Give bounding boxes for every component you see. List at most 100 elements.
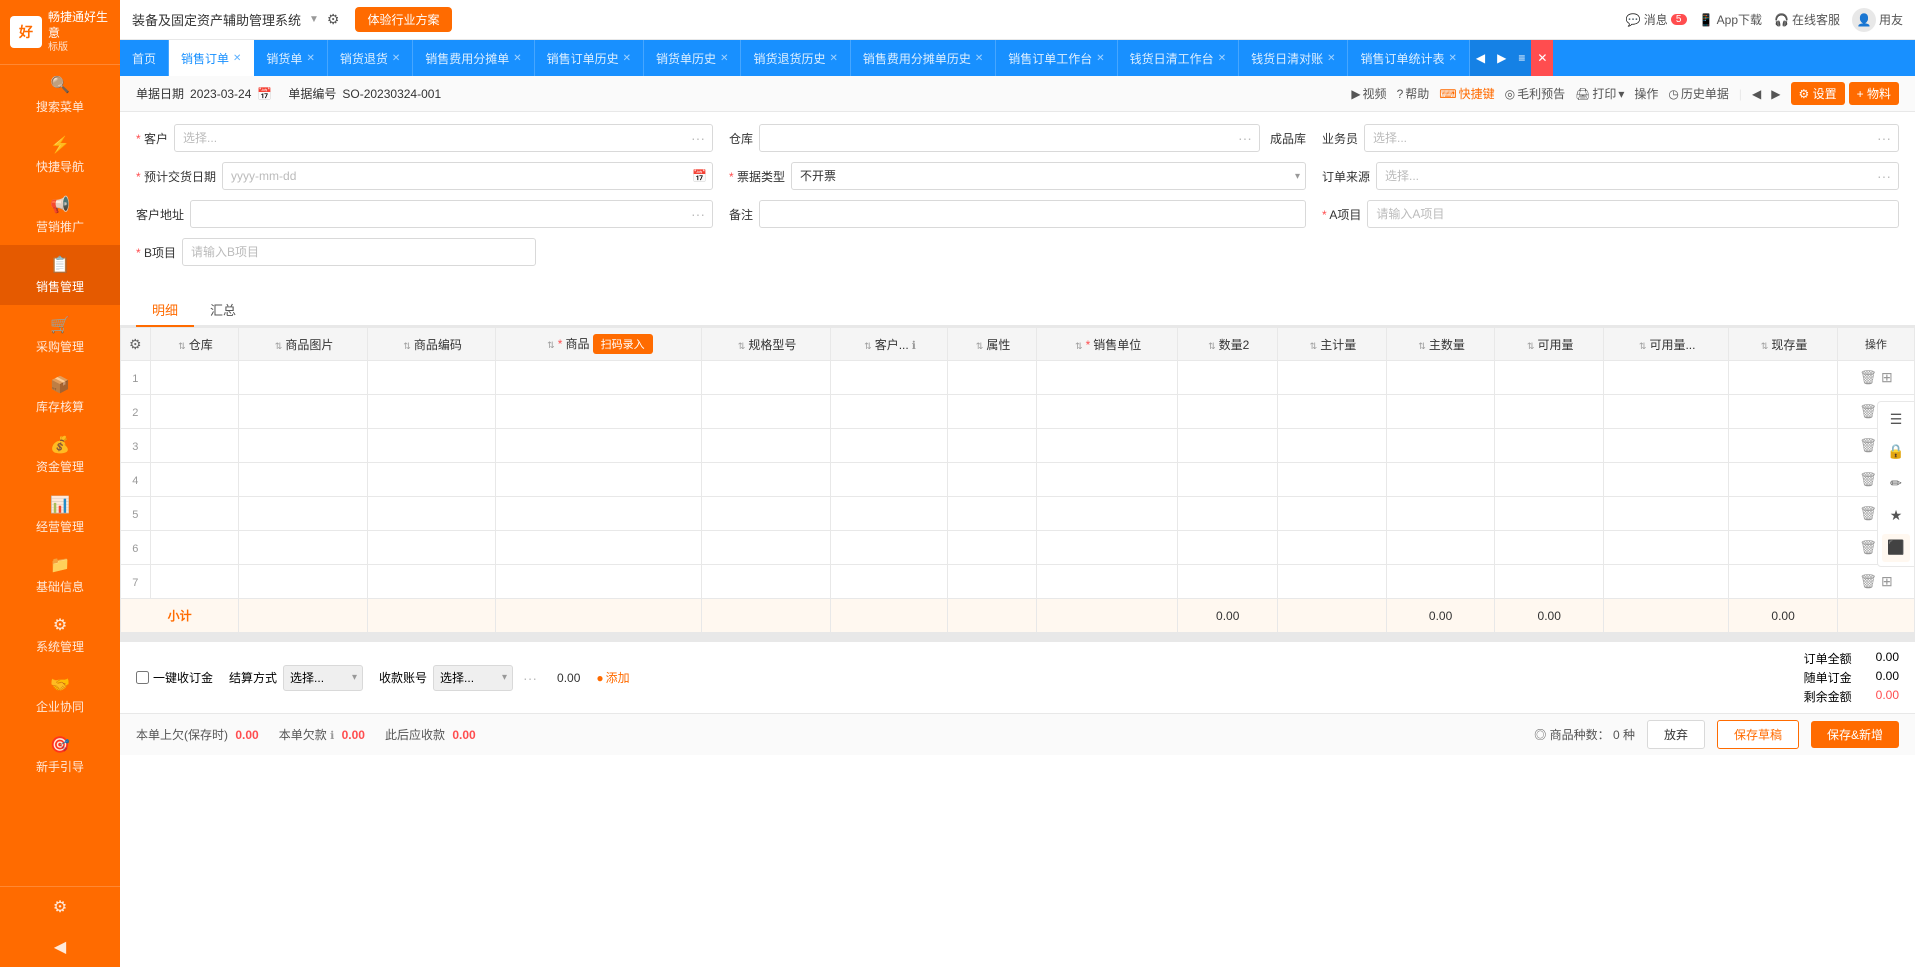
row-available[interactable] — [1495, 429, 1604, 463]
row-warehouse[interactable] — [150, 463, 239, 497]
tab-close-icon[interactable]: ✕ — [233, 53, 241, 64]
row-product[interactable] — [496, 361, 702, 395]
solution-btn[interactable]: 体验行业方案 — [355, 7, 451, 32]
row-customer-code[interactable] — [830, 429, 947, 463]
row-spec[interactable] — [702, 361, 831, 395]
shortcut-btn[interactable]: ⌨ 快捷键 — [1439, 85, 1494, 102]
row-warehouse[interactable] — [150, 497, 239, 531]
tab-cash-reconcile[interactable]: 钱货日清对账 ✕ — [1239, 40, 1348, 76]
row-spec[interactable] — [702, 463, 831, 497]
row-main-unit[interactable] — [1278, 531, 1387, 565]
tab-close-all-btn[interactable]: ✕ — [1531, 40, 1553, 76]
row-qty2[interactable] — [1178, 429, 1278, 463]
help-btn[interactable]: ? 帮助 — [1397, 85, 1430, 102]
row-delete-icon[interactable]: 🗑 — [1859, 437, 1877, 454]
row-unit[interactable] — [1036, 395, 1177, 429]
row-copy-icon[interactable]: ⊞ — [1881, 573, 1893, 590]
staff-input[interactable] — [1364, 124, 1899, 152]
order-source-input[interactable] — [1376, 162, 1899, 190]
row-available[interactable] — [1495, 565, 1604, 599]
row-warehouse[interactable] — [150, 361, 239, 395]
row-warehouse[interactable] — [150, 429, 239, 463]
row-customer-code[interactable] — [830, 497, 947, 531]
right-tool-4[interactable]: ★ — [1882, 502, 1910, 530]
row-unit[interactable] — [1036, 497, 1177, 531]
customer-input[interactable] — [174, 124, 713, 152]
row-available[interactable] — [1495, 395, 1604, 429]
row-qty2[interactable] — [1178, 361, 1278, 395]
row-warehouse[interactable] — [150, 565, 239, 599]
online-service-btn[interactable]: 🎧 在线客服 — [1774, 11, 1840, 28]
row-unit[interactable] — [1036, 429, 1177, 463]
warehouse-dots-icon[interactable]: ··· — [1234, 130, 1256, 146]
tab-close-icon[interactable]: ✕ — [306, 53, 314, 64]
row-code[interactable] — [367, 395, 496, 429]
customer-dots-icon[interactable]: ··· — [687, 130, 709, 146]
tab-close-icon[interactable]: ✕ — [1449, 53, 1457, 64]
row-available[interactable] — [1495, 361, 1604, 395]
add-payment-btn[interactable]: ● 添加 — [596, 669, 629, 686]
row-product[interactable] — [496, 463, 702, 497]
tab-close-icon[interactable]: ✕ — [1327, 53, 1335, 64]
invoice-select[interactable]: 不开票 增值税普通发票 增值税专用发票 — [791, 162, 1306, 190]
add-item-btn[interactable]: + 物料 — [1849, 82, 1899, 105]
data-table-scroll[interactable]: ⚙ ⇅ 仓库 ⇅ 商品图片 ⇅ 商品编码 — [120, 327, 1915, 641]
tab-fee-history[interactable]: 销售费用分摊单历史 ✕ — [851, 40, 996, 76]
delivery-calendar-icon[interactable]: 📅 — [692, 169, 707, 183]
quick-checkout-check[interactable]: 一键收订金 — [136, 669, 213, 686]
row-spec[interactable] — [702, 429, 831, 463]
profit-btn[interactable]: ◎ 毛利预告 — [1505, 85, 1566, 102]
calendar-icon[interactable]: 📅 — [257, 87, 272, 101]
tab-detail[interactable]: 明细 — [136, 294, 194, 327]
row-customer-code[interactable] — [830, 395, 947, 429]
row-spec[interactable] — [702, 497, 831, 531]
row-code[interactable] — [367, 531, 496, 565]
row-qty2[interactable] — [1178, 531, 1278, 565]
nav-next-btn[interactable]: ▶ — [1771, 87, 1780, 101]
row-main-qty[interactable] — [1386, 361, 1495, 395]
row-main-unit[interactable] — [1278, 395, 1387, 429]
right-tool-3[interactable]: ✏ — [1882, 470, 1910, 498]
print-btn[interactable]: 🖨 打印 ▾ — [1575, 85, 1624, 102]
row-customer-code[interactable] — [830, 531, 947, 565]
row-main-unit[interactable] — [1278, 497, 1387, 531]
tab-prev-btn[interactable]: ◀ — [1470, 40, 1491, 76]
nav-prev-btn[interactable]: ◀ — [1752, 87, 1761, 101]
row-current-stock[interactable] — [1729, 463, 1838, 497]
row-attribute[interactable] — [948, 531, 1037, 565]
row-available[interactable] — [1495, 497, 1604, 531]
row-qty2[interactable] — [1178, 395, 1278, 429]
sidebar-item-inventory[interactable]: 📦 库存核算 — [0, 365, 120, 425]
a-project-input[interactable] — [1367, 200, 1899, 228]
tab-return-history[interactable]: 销货退货历史 ✕ — [741, 40, 850, 76]
sidebar-item-collaboration[interactable]: 🤝 企业协同 — [0, 665, 120, 725]
row-image[interactable] — [239, 361, 368, 395]
tab-sales-return[interactable]: 销货退货 ✕ — [328, 40, 413, 76]
address-dots-icon[interactable]: ··· — [687, 206, 709, 222]
date-value[interactable]: 2023-03-24 — [190, 87, 251, 101]
user-btn[interactable]: 👤 用友 — [1852, 8, 1903, 32]
row-attribute[interactable] — [948, 565, 1037, 599]
tab-sales-stats[interactable]: 销售订单统计表 ✕ — [1348, 40, 1469, 76]
row-available[interactable] — [1495, 531, 1604, 565]
row-current-stock[interactable] — [1729, 531, 1838, 565]
row-available2[interactable] — [1604, 497, 1729, 531]
row-code[interactable] — [367, 463, 496, 497]
row-attribute[interactable] — [948, 361, 1037, 395]
row-main-unit[interactable] — [1278, 565, 1387, 599]
row-product[interactable] — [496, 497, 702, 531]
row-available2[interactable] — [1604, 361, 1729, 395]
sidebar-item-basic-info[interactable]: 📁 基础信息 — [0, 545, 120, 605]
tab-invoice[interactable]: 销货单 ✕ — [254, 40, 327, 76]
sidebar-item-guide[interactable]: 🎯 新手引导 — [0, 725, 120, 785]
tab-close-icon[interactable]: ✕ — [975, 53, 983, 64]
sidebar-item-system[interactable]: ⚙ 系统管理 — [0, 605, 120, 665]
row-delete-icon[interactable]: 🗑 — [1859, 505, 1877, 522]
sidebar-item-settings[interactable]: ⚙ — [0, 887, 120, 927]
right-tool-2[interactable]: 🔒 — [1882, 438, 1910, 466]
address-input[interactable] — [190, 200, 713, 228]
row-attribute[interactable] — [948, 429, 1037, 463]
tab-summary[interactable]: 汇总 — [194, 294, 252, 327]
sidebar-item-purchase[interactable]: 🛒 采购管理 — [0, 305, 120, 365]
row-code[interactable] — [367, 497, 496, 531]
